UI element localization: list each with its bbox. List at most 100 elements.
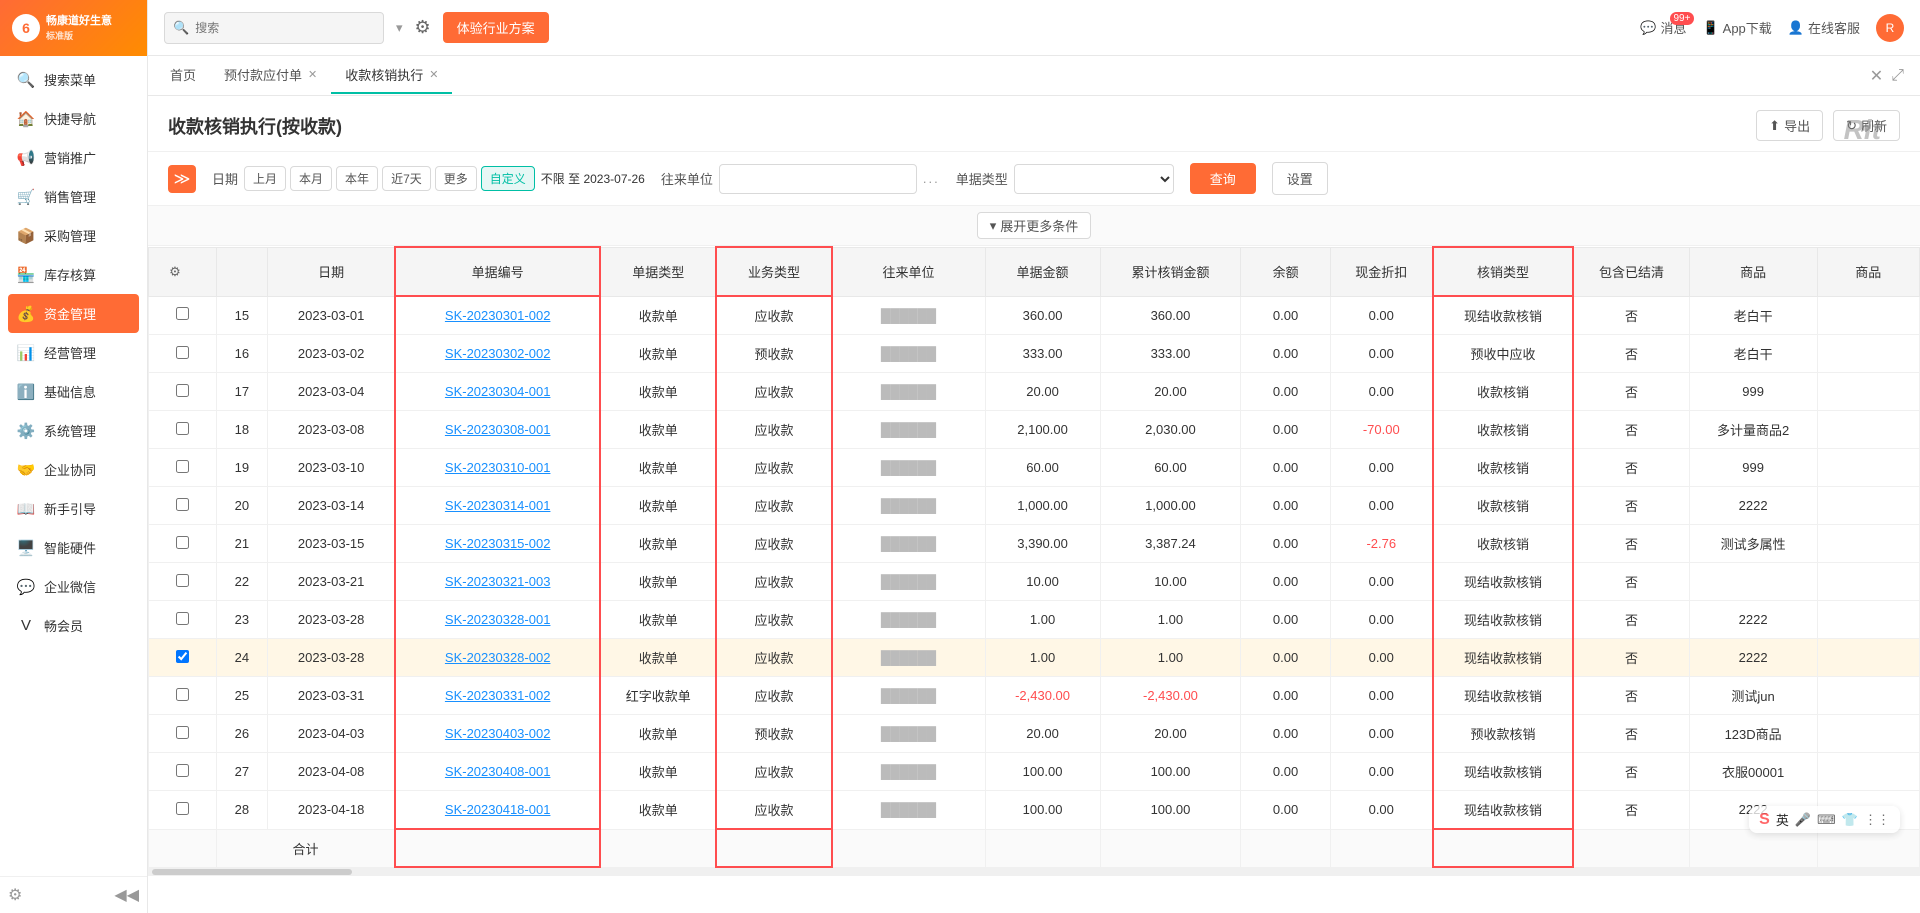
filter-expand-button[interactable]: ≫ bbox=[168, 165, 196, 193]
td-bill-no[interactable]: SK-20230418-001 bbox=[395, 791, 600, 830]
th-settings[interactable]: ⚙ bbox=[149, 247, 217, 296]
th-include-settled[interactable]: 包含已结清 bbox=[1573, 247, 1689, 296]
th-accumulated-cancel[interactable]: 累计核销金额 bbox=[1100, 247, 1241, 296]
th-product2[interactable]: 商品 bbox=[1817, 247, 1919, 296]
sidebar-item-member[interactable]: V 畅会员 bbox=[0, 606, 147, 645]
gear-icon[interactable]: ⚙ bbox=[415, 17, 431, 38]
th-product[interactable]: 商品 bbox=[1689, 247, 1817, 296]
td-checkbox[interactable] bbox=[149, 563, 217, 601]
td-checkbox[interactable] bbox=[149, 639, 217, 677]
search-input[interactable] bbox=[195, 21, 375, 35]
td-bill-no[interactable]: SK-20230315-002 bbox=[395, 525, 600, 563]
th-bill-type[interactable]: 单据类型 bbox=[600, 247, 716, 296]
this-year-btn[interactable]: 本年 bbox=[336, 166, 378, 191]
counterpart-input[interactable] bbox=[719, 164, 917, 194]
sidebar-item-system[interactable]: ⚙️ 系统管理 bbox=[0, 411, 147, 450]
th-bill-no[interactable]: 单据编号 bbox=[395, 247, 600, 296]
td-bill-no[interactable]: SK-20230302-002 bbox=[395, 335, 600, 373]
service-button[interactable]: 👤 在线客服 bbox=[1788, 18, 1860, 37]
export-button[interactable]: ⬆ 导出 bbox=[1756, 110, 1823, 141]
td-bill-no[interactable]: SK-20230301-002 bbox=[395, 296, 600, 335]
td-checkbox[interactable] bbox=[149, 296, 217, 335]
settings-button[interactable]: 设置 bbox=[1272, 162, 1328, 195]
tab-home[interactable]: 首页 bbox=[156, 57, 210, 94]
td-bill-no[interactable]: SK-20230314-001 bbox=[395, 487, 600, 525]
td-checkbox[interactable] bbox=[149, 677, 217, 715]
td-counterpart: ██████ bbox=[832, 373, 985, 411]
th-biz-type[interactable]: 业务类型 bbox=[716, 247, 831, 296]
td-checkbox[interactable] bbox=[149, 753, 217, 791]
sidebar-item-guide[interactable]: 📖 新手引导 bbox=[0, 489, 147, 528]
expand-more-row: ▾ 展开更多条件 bbox=[148, 206, 1920, 246]
td-checkbox[interactable] bbox=[149, 335, 217, 373]
column-settings-icon[interactable]: ⚙ bbox=[161, 258, 189, 286]
tab-prepay[interactable]: 预付款应付单 ✕ bbox=[210, 57, 331, 94]
td-checkbox[interactable] bbox=[149, 411, 217, 449]
solution-button[interactable]: 体验行业方案 bbox=[443, 12, 549, 43]
td-checkbox[interactable] bbox=[149, 601, 217, 639]
td-bill-no[interactable]: SK-20230328-002 bbox=[395, 639, 600, 677]
td-checkbox[interactable] bbox=[149, 487, 217, 525]
sidebar-item-purchase[interactable]: 📦 采购管理 bbox=[0, 216, 147, 255]
sidebar-item-quick-nav[interactable]: 🏠 快捷导航 bbox=[0, 99, 147, 138]
td-bill-no[interactable]: SK-20230304-001 bbox=[395, 373, 600, 411]
sidebar-item-inventory[interactable]: 🏪 库存核算 bbox=[0, 255, 147, 294]
th-cash-discount[interactable]: 现金折扣 bbox=[1330, 247, 1432, 296]
td-checkbox[interactable] bbox=[149, 525, 217, 563]
td-product: 999 bbox=[1689, 373, 1817, 411]
tab-close-active-icon[interactable]: ✕ bbox=[429, 68, 438, 81]
sidebar-item-hardware[interactable]: 🖥️ 智能硬件 bbox=[0, 528, 147, 567]
td-checkbox[interactable] bbox=[149, 449, 217, 487]
th-bill-amount[interactable]: 单据金额 bbox=[985, 247, 1100, 296]
sidebar-item-cooperation[interactable]: 🤝 企业协同 bbox=[0, 450, 147, 489]
sidebar-item-basic[interactable]: ℹ️ 基础信息 bbox=[0, 372, 147, 411]
td-checkbox[interactable] bbox=[149, 715, 217, 753]
bill-type-select[interactable] bbox=[1014, 164, 1174, 194]
expand-more-button[interactable]: ▾ 展开更多条件 bbox=[977, 212, 1092, 239]
th-date[interactable]: 日期 bbox=[267, 247, 395, 296]
th-cancel-type[interactable]: 核销类型 bbox=[1433, 247, 1574, 296]
td-bill-no[interactable]: SK-20230328-001 bbox=[395, 601, 600, 639]
dots-icon[interactable]: ... bbox=[923, 171, 940, 186]
td-bill-no[interactable]: SK-20230308-001 bbox=[395, 411, 600, 449]
scroll-thumb[interactable] bbox=[152, 869, 352, 875]
last-7days-btn[interactable]: 近7天 bbox=[382, 166, 431, 191]
query-button[interactable]: 查询 bbox=[1190, 163, 1256, 194]
tab-close-icon[interactable]: ✕ bbox=[308, 68, 317, 81]
app-download-button[interactable]: 📱 App下载 bbox=[1702, 18, 1771, 37]
td-checkbox[interactable] bbox=[149, 791, 217, 830]
last-month-btn[interactable]: 上月 bbox=[244, 166, 286, 191]
more-date-btn[interactable]: 更多 bbox=[435, 166, 477, 191]
td-bill-no[interactable]: SK-20230331-002 bbox=[395, 677, 600, 715]
basic-icon: ℹ️ bbox=[16, 383, 36, 401]
th-counterpart[interactable]: 往来单位 bbox=[832, 247, 985, 296]
td-index: 19 bbox=[216, 449, 267, 487]
tab-collection[interactable]: 收款核销执行 ✕ bbox=[331, 57, 452, 94]
td-bill-no[interactable]: SK-20230310-001 bbox=[395, 449, 600, 487]
td-checkbox[interactable] bbox=[149, 373, 217, 411]
settings-bottom-icon[interactable]: ⚙ bbox=[8, 885, 22, 905]
td-index: 26 bbox=[216, 715, 267, 753]
close-window-icon[interactable]: ✕ bbox=[1870, 66, 1883, 86]
sidebar-item-marketing[interactable]: 📢 营销推广 bbox=[0, 138, 147, 177]
th-balance[interactable]: 余额 bbox=[1241, 247, 1331, 296]
sidebar-item-search[interactable]: 🔍 搜索菜单 bbox=[0, 60, 147, 99]
sidebar-item-wechat[interactable]: 💬 企业微信 bbox=[0, 567, 147, 606]
collapse-sidebar-icon[interactable]: ◀◀ bbox=[114, 885, 139, 905]
td-bill-no[interactable]: SK-20230408-001 bbox=[395, 753, 600, 791]
sidebar-item-sales[interactable]: 🛒 销售管理 bbox=[0, 177, 147, 216]
td-bill-no[interactable]: SK-20230321-003 bbox=[395, 563, 600, 601]
td-balance: 0.00 bbox=[1241, 296, 1331, 335]
sidebar-item-business[interactable]: 📊 经营管理 bbox=[0, 333, 147, 372]
td-cash-discount: 0.00 bbox=[1330, 639, 1432, 677]
custom-date-btn[interactable]: 自定义 bbox=[481, 166, 535, 191]
td-bill-no[interactable]: SK-20230403-002 bbox=[395, 715, 600, 753]
avatar[interactable]: R bbox=[1876, 14, 1904, 42]
maximize-window-icon[interactable]: ⤢ bbox=[1891, 67, 1904, 85]
topbar-search-box[interactable]: 🔍 bbox=[164, 12, 384, 44]
message-button[interactable]: 💬 消息 99+ bbox=[1640, 18, 1686, 37]
sidebar-item-finance[interactable]: 💰 资金管理 bbox=[8, 294, 139, 333]
horizontal-scrollbar[interactable] bbox=[148, 868, 1920, 876]
this-month-btn[interactable]: 本月 bbox=[290, 166, 332, 191]
chevron-down-icon[interactable]: ▾ bbox=[396, 20, 403, 36]
